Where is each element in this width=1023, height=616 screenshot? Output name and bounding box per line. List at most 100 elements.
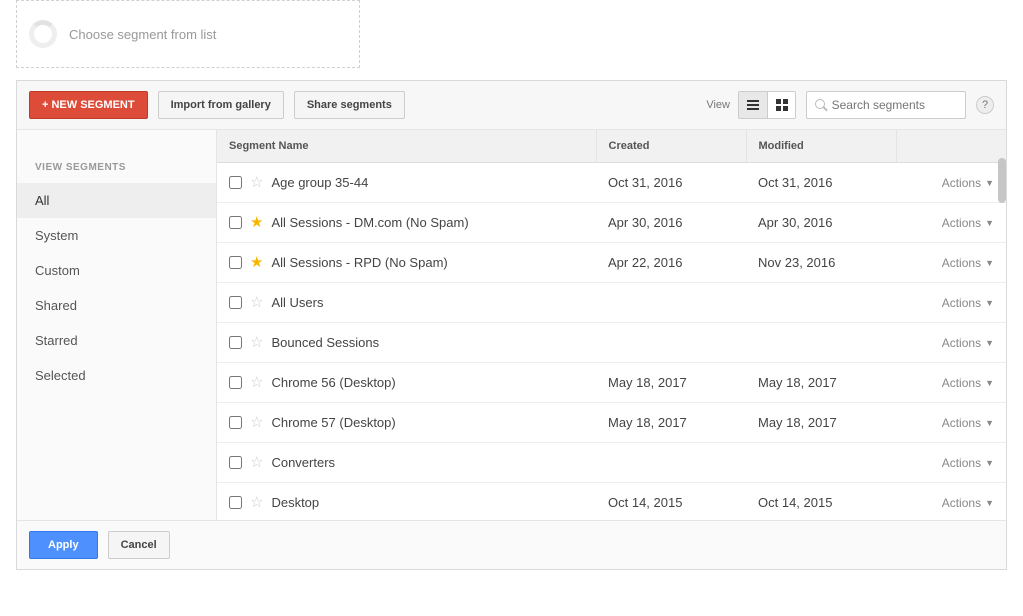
new-segment-button[interactable]: + NEW SEGMENT [29, 91, 148, 119]
modified-date [746, 443, 896, 483]
search-icon [815, 99, 826, 111]
created-date: Oct 31, 2016 [596, 163, 746, 203]
help-button[interactable]: ? [976, 96, 994, 114]
actions-menu[interactable]: Actions▼ [942, 296, 994, 310]
cancel-button[interactable]: Cancel [108, 531, 170, 559]
search-box [806, 91, 966, 119]
chevron-down-icon: ▼ [985, 218, 994, 228]
row-checkbox[interactable] [229, 496, 242, 509]
star-icon[interactable]: ★ [250, 215, 263, 230]
sidebar-item-selected[interactable]: Selected [17, 358, 216, 393]
star-icon[interactable]: ★ [250, 255, 263, 270]
modified-date: Oct 31, 2016 [746, 163, 896, 203]
created-date: May 18, 2017 [596, 363, 746, 403]
chevron-down-icon: ▼ [985, 178, 994, 188]
created-date: May 18, 2017 [596, 403, 746, 443]
footer: Apply Cancel [17, 520, 1006, 569]
created-date [596, 443, 746, 483]
created-date: Apr 30, 2016 [596, 203, 746, 243]
actions-menu[interactable]: Actions▼ [942, 456, 994, 470]
segment-name[interactable]: Age group 35-44 [271, 175, 368, 190]
star-icon[interactable]: ☆ [250, 415, 263, 430]
segment-name[interactable]: Chrome 56 (Desktop) [271, 375, 395, 390]
table-row: ☆Chrome 56 (Desktop)May 18, 2017May 18, … [217, 363, 1006, 403]
created-date [596, 283, 746, 323]
sidebar: VIEW SEGMENTS AllSystemCustomSharedStarr… [17, 130, 217, 520]
sidebar-item-starred[interactable]: Starred [17, 323, 216, 358]
row-checkbox[interactable] [229, 296, 242, 309]
header-modified[interactable]: Modified [746, 130, 896, 163]
row-checkbox[interactable] [229, 336, 242, 349]
header-segment-name[interactable]: Segment Name [217, 130, 596, 163]
segment-name[interactable]: All Sessions - DM.com (No Spam) [271, 215, 468, 230]
modified-date [746, 283, 896, 323]
segment-name[interactable]: Bounced Sessions [271, 335, 379, 350]
segment-name[interactable]: Desktop [271, 495, 319, 510]
chevron-down-icon: ▼ [985, 258, 994, 268]
row-checkbox[interactable] [229, 176, 242, 189]
chevron-down-icon: ▼ [985, 298, 994, 308]
import-from-gallery-button[interactable]: Import from gallery [158, 91, 284, 119]
row-checkbox[interactable] [229, 456, 242, 469]
chevron-down-icon: ▼ [985, 458, 994, 468]
list-icon [747, 100, 759, 110]
table-row: ☆ Age group 35-44 Oct 31, 2016Oct 31, 2016… [217, 163, 1006, 203]
star-icon[interactable]: ☆ [250, 335, 263, 350]
table-row: ★ All Sessions - DM.com (No Spam) Apr 30, … [217, 203, 1006, 243]
segments-table-wrap: Segment Name Created Modified ☆ Age group… [217, 130, 1006, 520]
table-row: ☆Chrome 57 (Desktop)May 18, 2017May 18, … [217, 403, 1006, 443]
list-view-button[interactable] [739, 92, 767, 118]
toolbar: + NEW SEGMENT Import from gallery Share … [17, 81, 1006, 130]
star-icon[interactable]: ☆ [250, 495, 263, 510]
choose-segment-label: Choose segment from list [69, 27, 216, 42]
segments-table: Segment Name Created Modified ☆ Age group… [217, 130, 1006, 520]
modified-date: Oct 14, 2015 [746, 483, 896, 521]
apply-button[interactable]: Apply [29, 531, 98, 559]
actions-menu[interactable]: Actions▼ [942, 176, 994, 190]
search-input[interactable] [832, 98, 957, 112]
sidebar-item-custom[interactable]: Custom [17, 253, 216, 288]
row-checkbox[interactable] [229, 416, 242, 429]
segment-panel: + NEW SEGMENT Import from gallery Share … [16, 80, 1007, 570]
view-toggle [738, 91, 796, 119]
sidebar-item-shared[interactable]: Shared [17, 288, 216, 323]
table-row: ☆ Converters Actions▼ [217, 443, 1006, 483]
star-icon[interactable]: ☆ [250, 175, 263, 190]
sidebar-item-all[interactable]: All [17, 183, 216, 218]
modified-date: Apr 30, 2016 [746, 203, 896, 243]
chevron-down-icon: ▼ [985, 338, 994, 348]
star-icon[interactable]: ☆ [250, 375, 263, 390]
row-checkbox[interactable] [229, 256, 242, 269]
star-icon[interactable]: ☆ [250, 295, 263, 310]
actions-menu[interactable]: Actions▼ [942, 416, 994, 430]
header-created[interactable]: Created [596, 130, 746, 163]
modified-date [746, 323, 896, 363]
table-row: ☆ Bounced Sessions Actions▼ [217, 323, 1006, 363]
segment-name[interactable]: All Users [271, 295, 323, 310]
sidebar-heading: VIEW SEGMENTS [17, 162, 216, 183]
sidebar-item-system[interactable]: System [17, 218, 216, 253]
choose-segment-box[interactable]: Choose segment from list [16, 0, 360, 68]
modified-date: Nov 23, 2016 [746, 243, 896, 283]
segment-name[interactable]: All Sessions - RPD (No Spam) [271, 255, 447, 270]
segment-name[interactable]: Chrome 57 (Desktop) [271, 415, 395, 430]
segment-circle-icon [29, 20, 57, 48]
created-date: Oct 14, 2015 [596, 483, 746, 521]
chevron-down-icon: ▼ [985, 418, 994, 428]
actions-menu[interactable]: Actions▼ [942, 256, 994, 270]
created-date [596, 323, 746, 363]
actions-menu[interactable]: Actions▼ [942, 336, 994, 350]
actions-menu[interactable]: Actions▼ [942, 376, 994, 390]
created-date: Apr 22, 2016 [596, 243, 746, 283]
segment-name[interactable]: Converters [271, 455, 335, 470]
table-row: ☆ Desktop Oct 14, 2015Oct 14, 2015 Actions▼ [217, 483, 1006, 521]
scrollbar-thumb[interactable] [998, 158, 1006, 203]
header-actions [896, 130, 1006, 163]
row-checkbox[interactable] [229, 216, 242, 229]
grid-view-button[interactable] [767, 92, 795, 118]
row-checkbox[interactable] [229, 376, 242, 389]
star-icon[interactable]: ☆ [250, 455, 263, 470]
actions-menu[interactable]: Actions▼ [942, 216, 994, 230]
share-segments-button[interactable]: Share segments [294, 91, 405, 119]
actions-menu[interactable]: Actions▼ [942, 496, 994, 510]
